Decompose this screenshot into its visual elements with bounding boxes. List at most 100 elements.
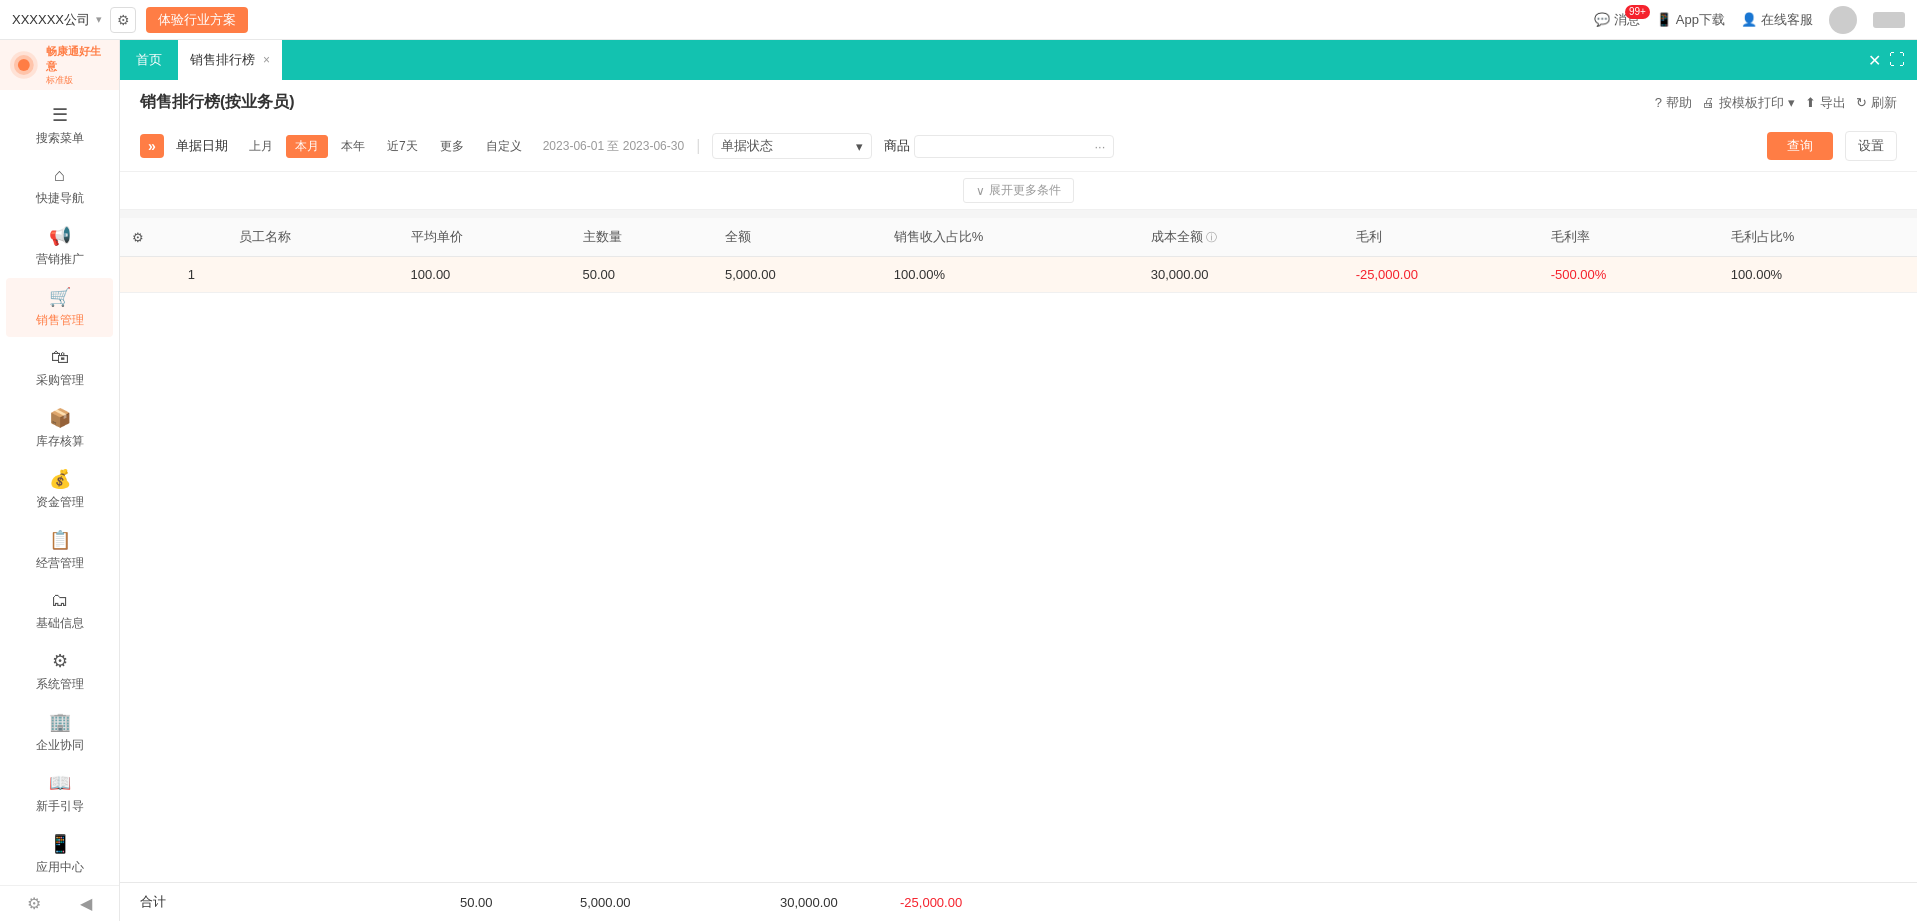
sidebar-item-inventory[interactable]: 📦 库存核算 bbox=[6, 399, 113, 458]
sidebar-label-system: 系统管理 bbox=[36, 676, 84, 693]
sidebar-item-system[interactable]: ⚙系统管理 bbox=[6, 642, 113, 701]
date-opt-last-month[interactable]: 上月 bbox=[240, 135, 282, 158]
col-qty: 主数量 bbox=[571, 218, 714, 257]
sidebar-icon-collab: 🏢 bbox=[49, 711, 71, 733]
sidebar-item-marketing[interactable]: 📢营销推广 bbox=[6, 217, 113, 276]
total-qty: 50.00 bbox=[460, 895, 580, 910]
status-chevron-icon: ▾ bbox=[856, 139, 863, 154]
logo-title: 畅康通好生意 bbox=[46, 44, 111, 74]
sidebar-nav: ☰搜索菜单⌂快捷导航📢营销推广🛒销售管理 🛍 采购管理 📦 库存核算 💰资金管理📋经营管理… bbox=[0, 90, 119, 885]
sidebar-item-shortcut[interactable]: ⌂快捷导航 bbox=[6, 157, 113, 215]
sidebar-icon-purchase: 🛍 bbox=[51, 347, 69, 368]
row-name bbox=[227, 257, 399, 293]
col-settings[interactable]: ⚙ bbox=[120, 218, 156, 257]
filter-toggle-button[interactable]: » bbox=[140, 134, 164, 158]
col-profit-pct: 毛利占比% bbox=[1719, 218, 1917, 257]
refresh-label: 刷新 bbox=[1871, 94, 1897, 112]
app-label: App下载 bbox=[1676, 11, 1725, 29]
expand-label: 展开更多条件 bbox=[989, 182, 1061, 199]
col-amount: 全额 bbox=[713, 218, 882, 257]
query-button[interactable]: 查询 bbox=[1767, 132, 1833, 160]
tab-sales-ranking[interactable]: 销售排行榜 × bbox=[178, 40, 282, 80]
sidebar-item-guide[interactable]: 📖新手引导 bbox=[6, 764, 113, 823]
sidebar-item-search[interactable]: ☰搜索菜单 bbox=[6, 96, 113, 155]
expand-row: ∨ 展开更多条件 bbox=[120, 172, 1917, 210]
sidebar-bottom: ⚙ ◀ bbox=[0, 885, 119, 921]
refresh-button[interactable]: ↻ 刷新 bbox=[1856, 94, 1897, 112]
sidebar-icon-inventory: 📦 bbox=[49, 407, 71, 429]
company-chevron-icon: ▾ bbox=[96, 13, 102, 26]
help-icon: ? bbox=[1655, 95, 1662, 110]
print-label: 按模板打印 bbox=[1719, 94, 1784, 112]
sidebar-item-finance[interactable]: 💰资金管理 bbox=[6, 460, 113, 519]
filter-divider-1: | bbox=[696, 137, 700, 155]
help-button[interactable]: ? 帮助 bbox=[1655, 94, 1692, 112]
message-button[interactable]: 💬 消息 99+ bbox=[1594, 11, 1640, 29]
export-button[interactable]: ⬆ 导出 bbox=[1805, 94, 1846, 112]
tab-active-label: 销售排行榜 bbox=[190, 51, 255, 69]
sidebar-label-purchase: 采购管理 bbox=[36, 372, 84, 389]
col-cost: 成本全额 ⓘ bbox=[1139, 218, 1344, 257]
sidebar-label-collab: 企业协同 bbox=[36, 737, 84, 754]
gear-button[interactable]: ⚙ bbox=[110, 7, 136, 33]
date-opt-this-year[interactable]: 本年 bbox=[332, 135, 374, 158]
row-profit-pct: 100.00% bbox=[1719, 257, 1917, 293]
sidebar-label-basic: 基础信息 bbox=[36, 615, 84, 632]
row-sales-pct: 100.00% bbox=[882, 257, 1139, 293]
total-cost: 30,000.00 bbox=[780, 895, 900, 910]
sidebar-item-purchase[interactable]: 🛍 采购管理 bbox=[6, 339, 113, 397]
status-label: 单据状态 bbox=[721, 137, 773, 155]
tab-close-icon[interactable]: × bbox=[263, 53, 270, 67]
date-options: 上月 本月 本年 近7天 更多 自定义 bbox=[240, 135, 531, 158]
sidebar-item-collab[interactable]: 🏢 企业协同 bbox=[6, 703, 113, 762]
sidebar-item-basic[interactable]: 🗂基础信息 bbox=[6, 582, 113, 640]
expand-conditions-button[interactable]: ∨ 展开更多条件 bbox=[963, 178, 1074, 203]
goods-more-icon[interactable]: ··· bbox=[1094, 139, 1105, 154]
export-label: 导出 bbox=[1820, 94, 1846, 112]
message-icon: 💬 bbox=[1594, 12, 1610, 27]
sidebar-item-operations[interactable]: 📋经营管理 bbox=[6, 521, 113, 580]
top-bar: XXXXXX公司 ▾ ⚙ 体验行业方案 💬 消息 99+ 📱 App下载 👤 在… bbox=[0, 0, 1917, 40]
filter-toggle-icon: » bbox=[148, 138, 156, 154]
date-opt-more[interactable]: 更多 bbox=[431, 135, 473, 158]
logo-icon bbox=[8, 49, 40, 81]
status-select[interactable]: 单据状态 ▾ bbox=[712, 133, 872, 159]
print-button[interactable]: 🖨 按模板打印 ▾ bbox=[1702, 94, 1795, 112]
logo-text-block: 畅康通好生意 标准版 bbox=[46, 44, 111, 87]
app-download-button[interactable]: 📱 App下载 bbox=[1656, 11, 1725, 29]
print-chevron-icon: ▾ bbox=[1788, 95, 1795, 110]
sidebar-icon-apps: 📱 bbox=[49, 833, 71, 855]
total-amount: 5,000.00 bbox=[580, 895, 700, 910]
row-profit: -25,000.00 bbox=[1344, 257, 1539, 293]
table-row[interactable]: 1 100.00 50.00 5,000.00 100.00% 30,000.0… bbox=[120, 257, 1917, 293]
col-name: 员工名称 bbox=[227, 218, 399, 257]
tab-home-label: 首页 bbox=[136, 51, 162, 69]
col-sales-pct: 销售收入占比% bbox=[882, 218, 1139, 257]
tab-maximize-icon[interactable]: ⛶ bbox=[1889, 51, 1905, 69]
sidebar-collapse-button[interactable]: ◀ bbox=[80, 894, 92, 913]
date-opt-this-month[interactable]: 本月 bbox=[286, 135, 328, 158]
tab-close-window-icon[interactable]: ✕ bbox=[1868, 51, 1881, 70]
expand-chevron-icon: ∨ bbox=[976, 184, 985, 198]
sidebar-label-apps: 应用中心 bbox=[36, 859, 84, 876]
svg-point-2 bbox=[18, 59, 30, 71]
online-service-button[interactable]: 👤 在线客服 bbox=[1741, 11, 1813, 29]
sidebar-item-sales[interactable]: 🛒销售管理 bbox=[6, 278, 113, 337]
avatar[interactable] bbox=[1829, 6, 1857, 34]
tab-home[interactable]: 首页 bbox=[120, 40, 178, 80]
sidebar-item-apps[interactable]: 📱 应用中心 bbox=[6, 825, 113, 884]
date-range: 2023-06-01 至 2023-06-30 bbox=[543, 138, 684, 155]
app-icon: 📱 bbox=[1656, 12, 1672, 27]
date-opt-custom[interactable]: 自定义 bbox=[477, 135, 531, 158]
sidebar-icon-finance: 💰 bbox=[49, 468, 71, 490]
sidebar-label-inventory: 库存核算 bbox=[36, 433, 84, 450]
try-industry-button[interactable]: 体验行业方案 bbox=[146, 7, 248, 33]
footer-total: 合计 50.00 5,000.00 30,000.00 -25,000.00 bbox=[120, 882, 1917, 921]
sidebar-settings-button[interactable]: ⚙ bbox=[27, 894, 41, 913]
row-rank: 1 bbox=[156, 257, 227, 293]
company-selector[interactable]: XXXXXX公司 ▾ bbox=[12, 11, 102, 29]
sidebar-icon-marketing: 📢 bbox=[49, 225, 71, 247]
settings-button[interactable]: 设置 bbox=[1845, 131, 1897, 161]
date-opt-7days[interactable]: 近7天 bbox=[378, 135, 427, 158]
goods-label: 商品 bbox=[884, 137, 910, 155]
